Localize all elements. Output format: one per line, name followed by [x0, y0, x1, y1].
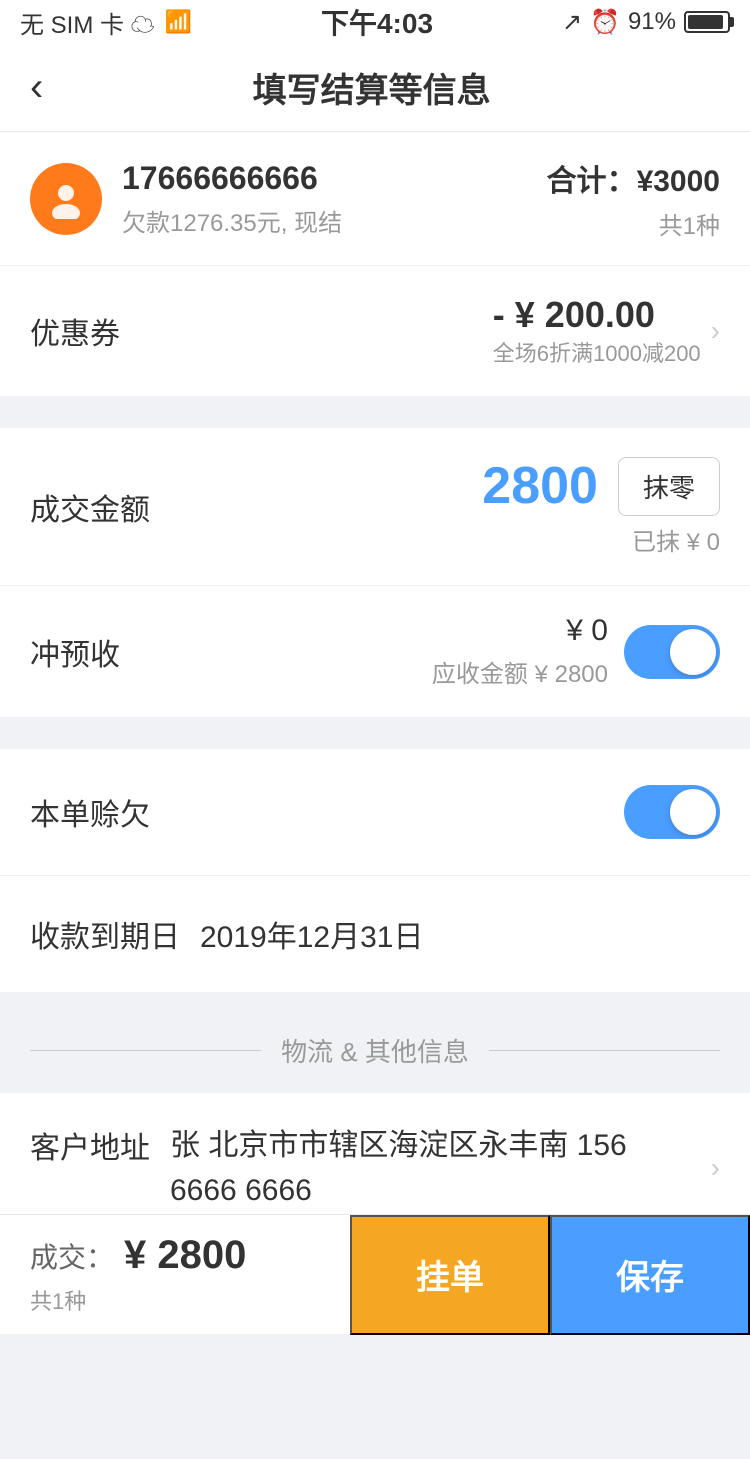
address-chevron-icon: › [711, 1152, 720, 1184]
debt-row: 本单赊欠 [0, 749, 750, 875]
total-label: 合计： [547, 165, 637, 198]
duedate-label: 收款到期日 [30, 912, 180, 956]
prepay-right: ¥ 0 应收金额 ¥ 2800 [432, 614, 720, 689]
total-value: ¥3000 [637, 165, 720, 198]
transaction-amount-sub: 已抹 ¥ 0 [482, 522, 720, 557]
save-button[interactable]: 保存 [550, 1215, 750, 1335]
coupon-desc: 全场6折满1000减200 [493, 336, 701, 368]
coupon-right: - ¥ 200.00 全场6折满1000减200 › [493, 294, 720, 368]
customer-info: 17666666666 欠款1276.35元, 现结 [122, 160, 547, 238]
customer-phone: 17666666666 [122, 160, 547, 197]
status-time: 下午4:03 [321, 2, 433, 42]
transaction-amount-row: 成交金额 2800 抹零 已抹 ¥ 0 [30, 428, 720, 585]
customer-total: 合计：¥3000 共1种 [547, 156, 720, 241]
prepay-values: ¥ 0 应收金额 ¥ 2800 [432, 614, 608, 689]
deal-amount: ¥ 2800 [124, 1233, 246, 1278]
debt-toggle-knob [670, 789, 716, 835]
transaction-amount-container: 成交金额 2800 抹零 已抹 ¥ 0 [0, 428, 750, 585]
amount-right: 2800 抹零 [482, 456, 720, 516]
prepay-label: 冲预收 [30, 630, 120, 674]
prepay-sub: 应收金额 ¥ 2800 [432, 654, 608, 689]
hold-button[interactable]: 挂单 [350, 1215, 550, 1335]
alarm-icon: ⏰ [590, 8, 620, 37]
transaction-amount-right: 2800 抹零 已抹 ¥ 0 [482, 456, 720, 557]
logistics-label: 物流 & 其他信息 [281, 1032, 469, 1069]
customer-sub: 欠款1276.35元, 现结 [122, 203, 547, 238]
address-label: 客户地址 [30, 1123, 150, 1167]
address-value: 张 北京市市辖区海淀区永丰南 156 6666 6666 [170, 1123, 701, 1213]
round-button[interactable]: 抹零 [618, 457, 720, 516]
bottom-deal: 成交： ¥ 2800 [30, 1233, 320, 1278]
status-left: 无 SIM 卡 ☁ 📶 [20, 5, 192, 40]
divider-line-left [30, 1050, 261, 1051]
customer-section: 17666666666 欠款1276.35元, 现结 合计：¥3000 共1种 … [0, 132, 750, 396]
chevron-right-icon: › [711, 315, 720, 347]
divider-1 [0, 412, 750, 428]
back-button[interactable]: ‹ [30, 65, 63, 110]
duedate-row: 收款到期日 2019年12月31日 [0, 875, 750, 992]
prepay-row: 冲预收 ¥ 0 应收金额 ¥ 2800 [0, 585, 750, 717]
nav-bar: ‹ 填写结算等信息 [0, 44, 750, 132]
logistics-divider: 物流 & 其他信息 [0, 1008, 750, 1093]
duedate-value: 2019年12月31日 [200, 912, 423, 956]
debt-label: 本单赊欠 [30, 790, 150, 834]
amount-section: 成交金额 2800 抹零 已抹 ¥ 0 冲预收 ¥ 0 应收金额 ¥ 2800 [0, 428, 750, 717]
customer-row: 17666666666 欠款1276.35元, 现结 合计：¥3000 共1种 [0, 132, 750, 266]
total-amount: 合计：¥3000 [547, 156, 720, 200]
location-icon: ↗ [562, 8, 582, 37]
avatar [30, 163, 102, 235]
page-title: 填写结算等信息 [63, 63, 680, 112]
toggle-knob [670, 629, 716, 675]
transaction-amount-value: 2800 [482, 456, 598, 516]
deal-label: 成交： [30, 1236, 114, 1276]
prepay-amount: ¥ 0 [432, 614, 608, 648]
debt-section: 本单赊欠 收款到期日 2019年12月31日 [0, 749, 750, 992]
battery-icon [684, 11, 730, 33]
coupon-label: 优惠券 [30, 309, 120, 353]
wifi-icon: 📶 [165, 9, 192, 35]
battery-percent: 91% [628, 8, 676, 36]
status-bar: 无 SIM 卡 ☁ 📶 下午4:03 ↗ ⏰ 91% [0, 0, 750, 44]
debt-toggle[interactable] [624, 785, 720, 839]
status-right: ↗ ⏰ 91% [562, 8, 730, 37]
divider-line-right [489, 1050, 720, 1051]
prepay-toggle[interactable] [624, 625, 720, 679]
coupon-info: - ¥ 200.00 全场6折满1000减200 [493, 294, 701, 368]
coupon-amount: - ¥ 200.00 [493, 294, 701, 336]
sim-status: 无 SIM 卡 ☁ [20, 5, 155, 40]
bottom-summary: 成交： ¥ 2800 共1种 [0, 1233, 350, 1316]
coupon-row[interactable]: 优惠券 - ¥ 200.00 全场6折满1000减200 › [0, 266, 750, 396]
total-count: 共1种 [547, 206, 720, 241]
bottom-count: 共1种 [30, 1284, 320, 1316]
bottom-bar: 成交： ¥ 2800 共1种 挂单 保存 [0, 1214, 750, 1334]
transaction-amount-label: 成交金额 [30, 485, 150, 529]
divider-2 [0, 733, 750, 749]
